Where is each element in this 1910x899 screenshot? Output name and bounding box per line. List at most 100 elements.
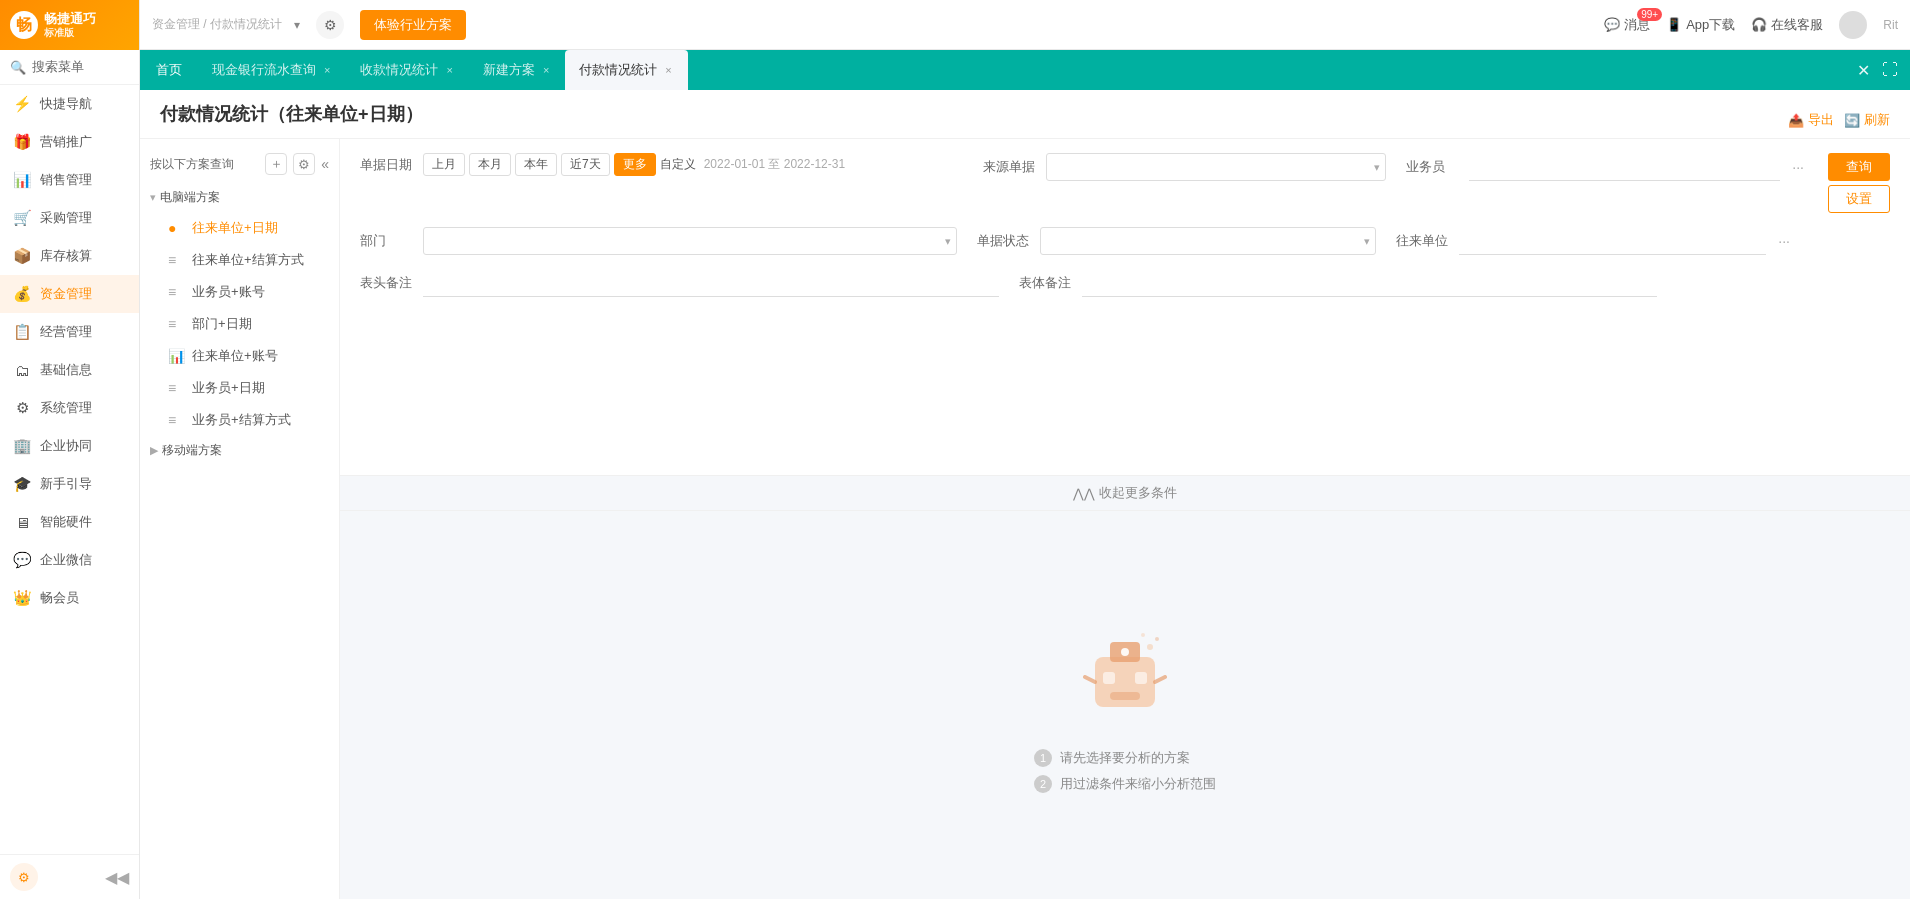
tab-label: 付款情况统计	[579, 61, 657, 79]
source-select[interactable]	[1046, 153, 1385, 181]
salesperson-more-button[interactable]: ···	[1788, 159, 1808, 175]
salesperson-input[interactable]	[1469, 153, 1781, 181]
dept-select[interactable]	[423, 227, 957, 255]
sidebar-item-quick-nav[interactable]: ⚡ 快捷导航	[0, 85, 139, 123]
scheme-item-staff-date[interactable]: ≡ 业务员+日期	[140, 372, 339, 404]
inventory-icon: 📦	[12, 247, 32, 265]
sidebar-item-label: 企业协同	[40, 437, 92, 455]
tab-receipt-stats[interactable]: 收款情况统计 ×	[346, 50, 468, 90]
sidebar-item-purchase[interactable]: 🛒 采购管理	[0, 199, 139, 237]
scheme-item-staff-settle[interactable]: ≡ 业务员+结算方式	[140, 404, 339, 436]
date-more-btn[interactable]: 更多	[614, 153, 656, 176]
quick-nav-icon: ⚡	[12, 95, 32, 113]
tab-bank-flow[interactable]: 现金银行流水查询 ×	[198, 50, 346, 90]
date-this-month-btn[interactable]: 本月	[469, 153, 511, 176]
source-filter-label: 来源单据	[983, 158, 1038, 176]
date-this-year-btn[interactable]: 本年	[515, 153, 557, 176]
scheme-item-staff-account[interactable]: ≡ 业务员+账号	[140, 276, 339, 308]
settings-icon: ⚙	[298, 157, 310, 172]
scheme-group-mobile[interactable]: ▶ 移动端方案	[140, 436, 339, 465]
sidebar-item-basic[interactable]: 🗂 基础信息	[0, 351, 139, 389]
filter-row-3: 表头备注 表体备注	[360, 269, 1890, 297]
sidebar-item-sales[interactable]: 📊 销售管理	[0, 161, 139, 199]
date-range-text: 2022-01-01 至 2022-12-31	[704, 156, 845, 173]
scheme-item-customer-settle[interactable]: ≡ 往来单位+结算方式	[140, 244, 339, 276]
operation-icon: 📋	[12, 323, 32, 341]
scheme-group-pc[interactable]: ▾ 电脑端方案	[140, 183, 339, 212]
scheme-settings-button[interactable]: ⚙	[293, 153, 315, 175]
tab-new-scheme[interactable]: 新建方案 ×	[469, 50, 565, 90]
sidebar-item-marketing[interactable]: 🎁 营销推广	[0, 123, 139, 161]
query-btn-group: 查询 设置	[1828, 153, 1890, 213]
sidebar-item-hardware[interactable]: 🖥 智能硬件	[0, 503, 139, 541]
right-panel: 单据日期 上月 本月 本年 近7天 更多 自定义 2022-01-01 至 20…	[340, 139, 1910, 899]
scheme-sidebar-header: 按以下方案查询 ＋ ⚙ «	[140, 149, 339, 183]
sidebar-collapse-button[interactable]: ◀◀	[105, 868, 129, 887]
sidebar-item-label: 经营管理	[40, 323, 92, 341]
sidebar-item-capital[interactable]: 💰 资金管理	[0, 275, 139, 313]
tab-payment-stats[interactable]: 付款情况统计 ×	[565, 50, 687, 90]
user-avatar[interactable]	[1839, 11, 1867, 39]
collapse-bar: ⋀⋀ 收起更多条件	[340, 475, 1910, 511]
topbar-settings-icon[interactable]: ⚙	[316, 11, 344, 39]
refresh-button[interactable]: 🔄 刷新	[1844, 111, 1890, 129]
topbar-dropdown-button[interactable]: ▾	[290, 16, 304, 34]
online-service-button[interactable]: 🎧 在线客服	[1751, 16, 1823, 34]
sidebar-item-inventory[interactable]: 📦 库存核算	[0, 237, 139, 275]
partner-more-button[interactable]: ···	[1774, 233, 1794, 249]
wechat-icon: 💬	[12, 551, 32, 569]
svg-point-2	[1121, 648, 1129, 656]
search-label: 搜索菜单	[32, 58, 84, 76]
sidebar-search[interactable]: 🔍 搜索菜单	[0, 50, 139, 85]
svg-point-9	[1155, 637, 1159, 641]
partner-input[interactable]	[1459, 227, 1767, 255]
sidebar-header: 畅 畅捷通巧 标准版	[0, 0, 139, 50]
scheme-item-customer-account[interactable]: 📊 往来单位+账号	[140, 340, 339, 372]
settings-footer-icon[interactable]: ⚙	[10, 863, 38, 891]
app-download-button[interactable]: 📱 App下载	[1666, 16, 1735, 34]
tip-text-2: 用过滤条件来缩小分析范围	[1060, 775, 1216, 793]
date-last-7days-btn[interactable]: 近7天	[561, 153, 610, 176]
sidebar-item-member[interactable]: 👑 畅会员	[0, 579, 139, 617]
enterprise-icon: 🏢	[12, 437, 32, 455]
add-icon: ＋	[270, 155, 283, 173]
messages-button[interactable]: 💬 消息 99+	[1604, 16, 1650, 34]
doc-status-select[interactable]	[1040, 227, 1375, 255]
tab-home[interactable]: 首页	[140, 50, 198, 90]
tab-close-payment-stats[interactable]: ×	[663, 63, 673, 77]
filter-group-partner: 往来单位 ···	[1396, 227, 1794, 255]
trial-button[interactable]: 体验行业方案	[360, 10, 466, 40]
app-logo: 畅	[10, 11, 38, 39]
scheme-add-button[interactable]: ＋	[265, 153, 287, 175]
tab-close-all-button[interactable]: ✕	[1853, 59, 1874, 82]
collapse-more-conditions-button[interactable]: ⋀⋀ 收起更多条件	[1073, 484, 1177, 502]
scheme-item-customer-date[interactable]: ● 往来单位+日期	[140, 212, 339, 244]
sidebar-item-wechat[interactable]: 💬 企业微信	[0, 541, 139, 579]
marketing-icon: 🎁	[12, 133, 32, 151]
sidebar-item-guide[interactable]: 🎓 新手引导	[0, 465, 139, 503]
sidebar-item-system[interactable]: ⚙ 系统管理	[0, 389, 139, 427]
scheme-collapse-button[interactable]: «	[321, 156, 329, 172]
scheme-icon: ≡	[168, 284, 186, 300]
tab-close-bank-flow[interactable]: ×	[322, 63, 332, 77]
tab-close-new-scheme[interactable]: ×	[541, 63, 551, 77]
topbar: 资金管理 / 付款情况统计 ▾ ⚙ 体验行业方案 💬 消息 99+ 📱 App下…	[140, 0, 1910, 50]
tab-close-receipt-stats[interactable]: ×	[444, 63, 454, 77]
online-service-label: 在线客服	[1771, 16, 1823, 34]
header-note-input[interactable]	[423, 269, 999, 297]
body-note-input[interactable]	[1082, 269, 1658, 297]
dept-filter-label: 部门	[360, 232, 415, 250]
scheme-icon: 📊	[168, 348, 186, 364]
dept-select-wrapper: ▾	[423, 227, 957, 255]
query-button[interactable]: 查询	[1828, 153, 1890, 181]
sidebar-item-enterprise[interactable]: 🏢 企业协同	[0, 427, 139, 465]
sidebar-item-operation[interactable]: 📋 经营管理	[0, 313, 139, 351]
tab-fullscreen-button[interactable]: ⛶	[1878, 59, 1902, 81]
settings-secondary-button[interactable]: 设置	[1828, 185, 1890, 213]
filter-row-2: 部门 ▾ 单据状态	[360, 227, 1890, 255]
svg-line-7	[1155, 677, 1165, 682]
scheme-item-label: 业务员+结算方式	[192, 411, 291, 429]
date-last-month-btn[interactable]: 上月	[423, 153, 465, 176]
scheme-item-dept-date[interactable]: ≡ 部门+日期	[140, 308, 339, 340]
export-button[interactable]: 📤 导出	[1788, 111, 1834, 129]
